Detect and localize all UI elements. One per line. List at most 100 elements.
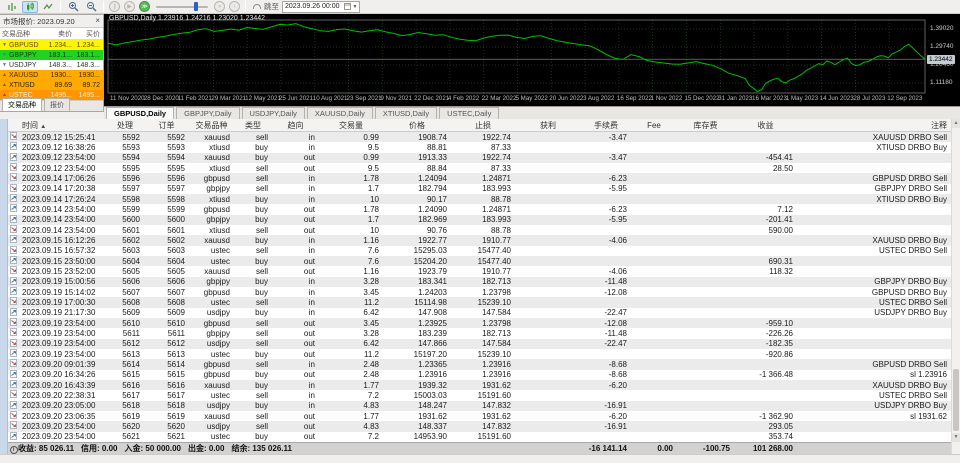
history-col-header[interactable]: 交易量 [319,120,383,131]
speed-slider-thumb[interactable] [194,2,198,11]
history-row[interactable]: 2023.09.15 23:50:00 5604 5604 ustec buy out 7.… [8,255,951,267]
cell-direction: in [308,380,315,390]
cell-deal: 5605 [122,266,140,276]
price-axis-label: 1.39020 [930,25,954,32]
history-row[interactable]: 2023.09.20 16:34:26 5615 5615 gbpusd buy out 2… [8,369,951,380]
history-col-header[interactable]: 获利 [515,120,581,131]
cell-time: 2023.09.20 09:01:39 [22,359,96,369]
close-icon[interactable]: × [95,17,100,25]
calendar-dropdown-icon[interactable]: ▼ [353,4,358,10]
history-row[interactable]: 2023.09.19 21:17:30 5609 5609 usdjpy buy in 6.… [8,307,951,318]
chart-tab-gbpjpy[interactable]: GBPJPY,Daily [176,107,240,119]
history-row[interactable]: 2023.09.14 23:54:00 5601 5601 xtiusd sell out… [8,225,951,235]
history-row[interactable]: 2023.09.19 15:14:02 5607 5607 gbpusd buy in 3.… [8,287,951,297]
history-row[interactable]: 2023.09.12 15:25:41 5592 5592 xauusd sell in 0… [8,132,951,143]
history-col-header[interactable]: 订单 [144,120,189,131]
history-row[interactable]: 2023.09.15 16:12:26 5602 5602 xauusd buy in 1.… [8,235,951,246]
history-row[interactable]: 2023.09.14 23:54:00 5600 5600 gbpjpy buy out 1… [8,214,951,225]
chart-window[interactable]: GBPUSD,Daily 1.23916 1.24216 1.23020 1.2… [104,14,960,106]
history-row[interactable]: 2023.09.20 09:01:39 5614 5614 gbpusd sell in 2… [8,359,951,370]
history-row[interactable]: 2023.09.14 17:26:24 5598 5598 xtiusd buy in 10… [8,193,951,205]
cell-order: 5600 [167,215,185,225]
history-col-header[interactable]: 趋向 [272,120,319,131]
bar-chart-button[interactable] [4,1,20,13]
history-col-header[interactable]: 时间 ▲ [18,120,106,131]
speed-slider[interactable] [156,1,208,12]
history-scrollbar[interactable]: ▲ ▼ [951,119,960,454]
history-row[interactable]: 2023.09.20 23:05:00 5618 5618 usdjpy buy in 4.… [8,400,951,411]
cell-symbol: xtiusd [209,163,230,173]
cell-time: 2023.09.14 17:20:38 [22,184,96,194]
chart-tab-usdjpy[interactable]: USDJPY,Daily [241,107,305,119]
cell-profit: 590.00 [768,225,793,235]
cell-sl: 15191.60 [477,432,511,442]
candlestick-chart-button[interactable] [22,0,38,13]
zoom-out-button[interactable] [83,1,99,13]
market-watch-row[interactable]: ▲ XAUUSD 1930... 1930... [0,70,103,80]
history-row[interactable]: 2023.09.20 23:54:00 5620 5620 usdjpy sell out… [8,421,951,432]
cell-profit: 293.05 [768,421,793,431]
history-row[interactable]: 2023.09.19 15:00:56 5606 5606 gbpjpy buy in 3.… [8,276,951,287]
cell-time: 2023.09.14 17:26:24 [22,194,96,204]
fast-forward-button[interactable]: ≫ [139,1,150,12]
history-row[interactable]: 2023.09.19 23:54:00 5612 5612 usdjpy sell out… [8,338,951,349]
col-symbol[interactable]: 交易品种 [0,29,44,39]
cell-direction: out [303,215,315,225]
history-row[interactable]: 2023.09.20 23:54:00 5621 5621 ustec buy out 7.… [8,431,951,442]
market-watch-row[interactable]: ▼ GBPJPY 183.1... 183.1... [0,50,103,60]
history-row[interactable]: 2023.09.12 23:54:00 5595 5595 xtiusd sell out… [8,163,951,173]
history-row[interactable]: 2023.09.14 17:20:38 5597 5597 gbpjpy sell in 1… [8,183,951,194]
history-row[interactable]: 2023.09.12 23:54:00 5594 5594 xauusd buy out 0… [8,152,951,163]
history-col-header[interactable]: 处理 [106,120,144,131]
chart-tab-xauusd[interactable]: XAUUSD,Daily [306,107,373,119]
market-watch-row[interactable]: ▲ XTIUSD 89.69 89.72 [0,80,103,90]
chart-tab-xtiusd[interactable]: XTIUSD,Daily [374,107,438,119]
tab-symbols[interactable]: 交易品种 [2,98,42,111]
history-col-header[interactable]: Fee [631,121,677,130]
history-row[interactable]: 2023.09.12 16:38:26 5593 5593 xtiusd buy in 9.… [8,142,951,152]
scroll-down-icon[interactable]: ▼ [952,433,960,442]
history-row[interactable]: 2023.09.14 23:54:00 5599 5599 gbpusd buy out 1… [8,204,951,214]
history-row[interactable]: 2023.09.20 23:06:35 5619 5619 xauusd sell out… [8,411,951,421]
line-chart-icon [43,3,53,9]
history-col-header[interactable]: 价格 [383,120,451,131]
zoom-in-button[interactable] [65,1,81,13]
history-row[interactable]: 2023.09.19 17:00:30 5608 5608 ustec sell in 11… [8,297,951,308]
chart-tab-gbpusd[interactable]: GBPUSD,Daily [106,107,175,119]
history-col-header[interactable]: 库存费 [677,120,734,131]
cell-sl: 1910.77 [482,266,511,276]
sell-deal-icon [10,173,17,182]
history-row[interactable]: 2023.09.14 17:06:26 5596 5596 gbpusd sell in 1… [8,173,951,184]
cell-profit: -1 362.90 [759,411,793,421]
cell-comment: XTIUSD DRBO Buy [876,194,947,204]
col-bid[interactable]: 卖价 [44,29,74,39]
history-row[interactable]: 2023.09.19 23:54:00 5610 5610 gbpusd sell out… [8,317,951,329]
cell-direction: out [303,266,315,276]
history-col-header[interactable]: 交易品种 [189,120,234,131]
history-col-header[interactable]: 注释 [797,120,951,131]
col-ask[interactable]: 买价 [74,29,102,39]
market-watch-row[interactable]: ▼ GBPUSD 1.234... 1.234... [0,40,103,50]
scrollbar-thumb[interactable] [953,369,959,431]
line-chart-button[interactable] [40,1,56,13]
cell-time: 2023.09.12 15:25:41 [22,132,96,142]
history-col-header[interactable]: 类型 [234,120,272,131]
buy-deal-icon [10,214,17,223]
calendar-icon[interactable] [343,3,351,10]
history-row[interactable]: 2023.09.15 23:52:00 5605 5605 xauusd sell out… [8,266,951,276]
price-chart[interactable] [104,14,960,106]
history-col-header[interactable]: 手续费 [581,120,631,131]
history-row[interactable]: 2023.09.19 23:54:00 5611 5611 gbpjpy sell out… [8,328,951,338]
history-col-header[interactable]: 止损 [451,120,515,131]
chart-tab-ustec[interactable]: USTEC,Daily [439,107,500,119]
history-row[interactable]: 2023.09.20 22:38:31 5617 5617 ustec sell in 7.… [8,390,951,400]
tab-ticks[interactable]: 报价 [44,98,70,111]
cell-price: 90.76 [426,225,447,235]
market-watch-row[interactable]: ▼ USDJPY 148.3... 148.3... [0,60,103,70]
history-col-header[interactable]: 收益 [734,120,797,131]
history-row[interactable]: 2023.09.20 16:43:39 5616 5616 xauusd buy in 1.… [8,379,951,391]
skip-to-date-input[interactable]: 2023.09.26 00:00 ▼ [282,0,361,13]
history-row[interactable]: 2023.09.19 23:54:00 5613 5613 ustec buy out 11… [8,349,951,359]
history-row[interactable]: 2023.09.15 16:57:32 5603 5603 ustec sell in 7.… [8,245,951,256]
scroll-up-icon[interactable]: ▲ [952,119,960,128]
